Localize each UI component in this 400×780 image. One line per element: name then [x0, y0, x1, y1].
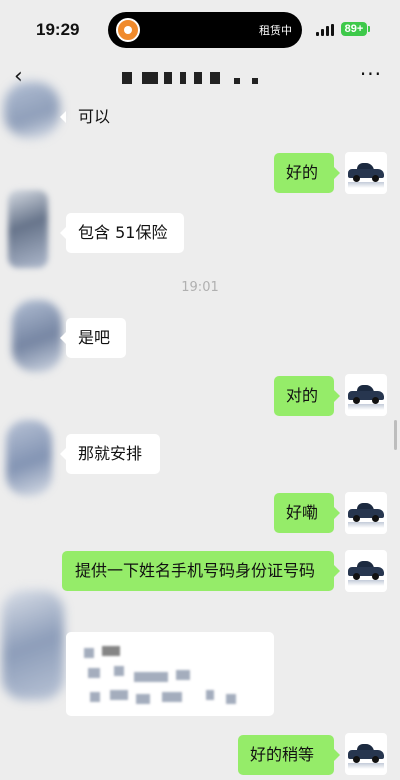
car-icon	[348, 561, 384, 580]
user-avatar[interactable]	[345, 733, 387, 775]
status-bar: 19:29 租赁中 89+	[0, 0, 400, 56]
car-icon	[348, 163, 384, 182]
rental-app-icon	[116, 18, 140, 42]
contact-avatar[interactable]	[2, 590, 64, 700]
car-icon	[348, 385, 384, 404]
incoming-message[interactable]: 是吧	[60, 318, 126, 358]
incoming-message[interactable]: 包含 51保险	[60, 213, 184, 253]
contact-avatar[interactable]	[12, 300, 62, 372]
car-icon	[348, 503, 384, 522]
car-icon	[348, 744, 384, 763]
user-avatar[interactable]	[345, 550, 387, 592]
contact-avatar[interactable]	[8, 190, 48, 268]
more-icon[interactable]: ···	[360, 62, 382, 86]
user-avatar[interactable]	[345, 152, 387, 194]
chat-header: ‹ ···	[0, 56, 400, 98]
outgoing-message[interactable]: 好的	[274, 153, 340, 193]
scrollbar[interactable]	[394, 420, 397, 450]
outgoing-message[interactable]: 好的稍等	[238, 735, 340, 775]
incoming-message[interactable]: 那就安排	[60, 434, 160, 474]
user-avatar[interactable]	[345, 492, 387, 534]
redacted-message-card[interactable]	[66, 632, 274, 716]
user-avatar[interactable]	[345, 374, 387, 416]
island-status-text: 租赁中	[259, 24, 292, 37]
incoming-message[interactable]: 可以	[60, 97, 126, 137]
dynamic-island[interactable]: 租赁中	[108, 12, 302, 48]
outgoing-message[interactable]: 提供一下姓名手机号码身份证号码	[62, 551, 340, 591]
battery-icon: 89+	[341, 22, 370, 36]
contact-avatar[interactable]	[6, 420, 52, 496]
contact-avatar[interactable]	[4, 82, 60, 138]
contact-name-redacted	[122, 72, 282, 86]
message-timestamp: 19:01	[181, 280, 219, 295]
status-time: 19:29	[36, 20, 80, 39]
signal-icon	[316, 24, 336, 36]
outgoing-message[interactable]: 好嘞	[274, 493, 340, 533]
outgoing-message[interactable]: 对的	[274, 376, 340, 416]
